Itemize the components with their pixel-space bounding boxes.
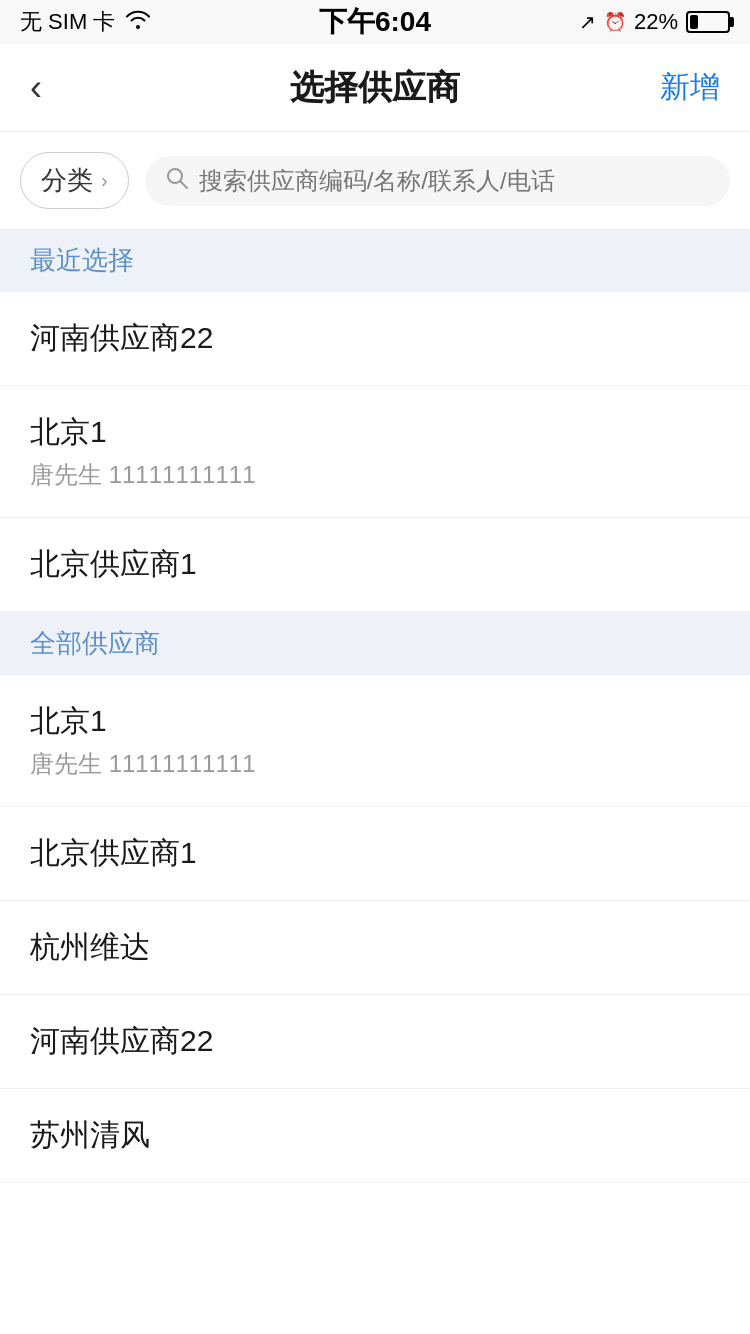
item-contact: 唐先生 11111111111 (30, 459, 720, 491)
item-name: 河南供应商22 (30, 1021, 720, 1062)
add-button[interactable]: 新增 (660, 67, 720, 108)
svg-line-1 (180, 181, 187, 188)
battery-pct: 22% (634, 9, 678, 35)
status-right: ↗ ⏰ 22% (579, 9, 730, 35)
nav-title: 选择供应商 (290, 65, 460, 111)
item-name: 北京1 (30, 701, 720, 742)
status-time: 下午6:04 (319, 3, 431, 41)
recent-list: 河南供应商22 北京1 唐先生 11111111111 北京供应商1 (0, 292, 750, 612)
all-section-header: 全部供应商 (0, 612, 750, 675)
status-bar: 无 SIM 卡 下午6:04 ↗ ⏰ 22% (0, 0, 750, 44)
list-item[interactable]: 北京供应商1 (0, 807, 750, 901)
search-input[interactable] (199, 167, 710, 195)
search-icon (165, 166, 189, 196)
item-name: 北京供应商1 (30, 544, 720, 585)
category-button[interactable]: 分类 › (20, 152, 129, 209)
list-item[interactable]: 河南供应商22 (0, 995, 750, 1089)
item-contact: 唐先生 11111111111 (30, 748, 720, 780)
item-name: 苏州清风 (30, 1115, 720, 1156)
list-item[interactable]: 北京1 唐先生 11111111111 (0, 386, 750, 518)
battery-icon (686, 11, 730, 33)
recent-section-header: 最近选择 (0, 229, 750, 292)
item-name: 北京1 (30, 412, 720, 453)
category-label: 分类 (41, 163, 93, 198)
list-item[interactable]: 北京供应商1 (0, 518, 750, 612)
search-bar: 分类 › (0, 132, 750, 229)
nav-bar: ‹ 选择供应商 新增 (0, 44, 750, 132)
status-carrier: 无 SIM 卡 (20, 7, 151, 37)
wifi-icon (125, 9, 151, 35)
item-name: 杭州维达 (30, 927, 720, 968)
chevron-right-icon: › (101, 169, 108, 192)
alarm-icon: ⏰ (604, 11, 626, 33)
item-name: 河南供应商22 (30, 318, 720, 359)
back-button[interactable]: ‹ (30, 67, 90, 109)
list-item[interactable]: 河南供应商22 (0, 292, 750, 386)
list-item[interactable]: 苏州清风 (0, 1089, 750, 1183)
list-item[interactable]: 北京1 唐先生 11111111111 (0, 675, 750, 807)
location-icon: ↗ (579, 10, 596, 34)
search-input-wrap[interactable] (145, 156, 730, 206)
all-list: 北京1 唐先生 11111111111 北京供应商1 杭州维达河南供应商22 苏州清… (0, 675, 750, 1183)
list-item[interactable]: 杭州维达 (0, 901, 750, 995)
item-name: 北京供应商1 (30, 833, 720, 874)
